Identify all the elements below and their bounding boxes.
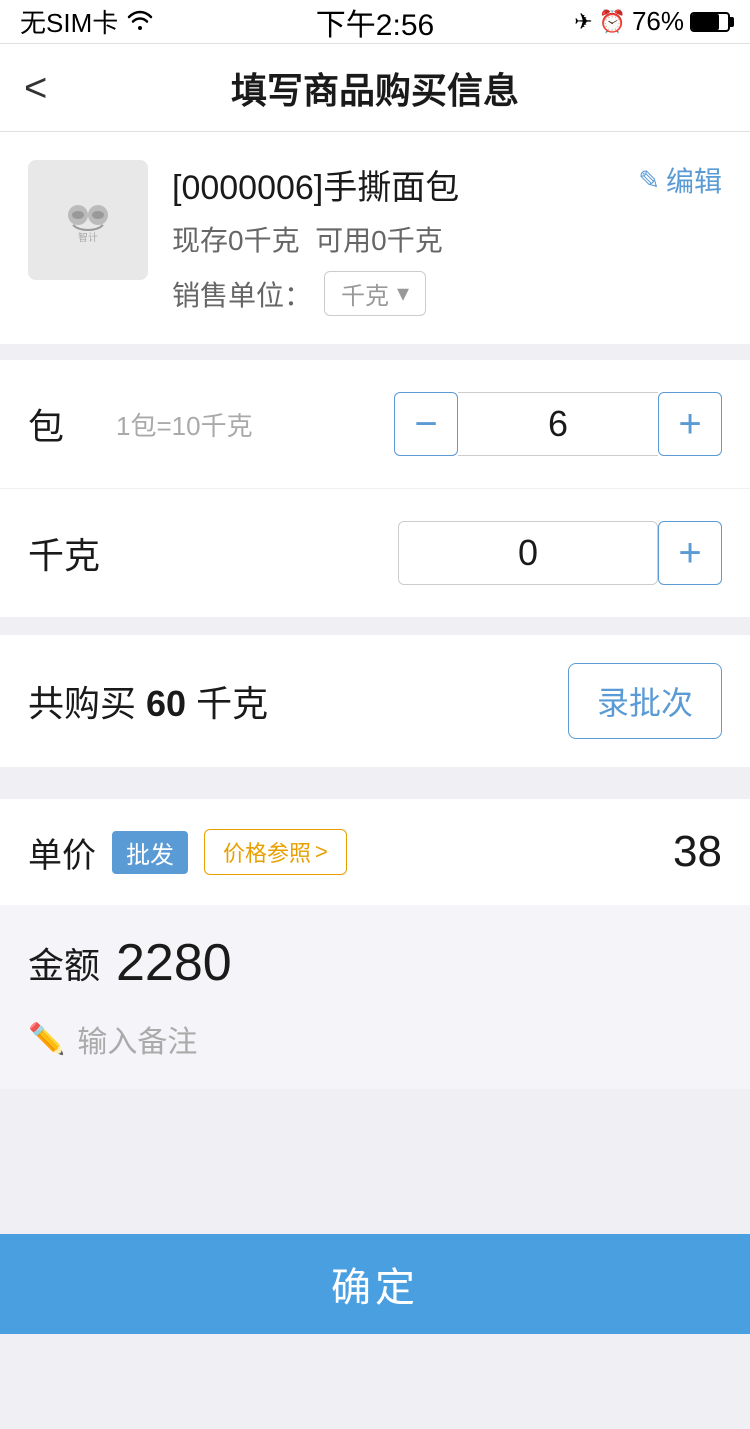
note-row[interactable]: ✏️ 输入备注: [28, 1017, 722, 1089]
price-ref-button[interactable]: 价格参照 >: [204, 829, 347, 875]
battery-percent: 76%: [632, 6, 684, 37]
battery-icon: [690, 12, 730, 32]
amount-value: 2280: [116, 933, 232, 993]
product-stock: 现存0千克 可用0千克: [172, 219, 722, 259]
unit-label: 销售单位：: [172, 274, 312, 314]
total-text: 共购买 60 千克: [28, 675, 268, 727]
location-icon: ✈: [574, 9, 592, 35]
product-card: 智计 [0000006]手撕面包 现存0千克 可用0千克 销售单位： 千克 ▾ …: [0, 132, 750, 344]
alarm-icon: ⏰: [599, 9, 626, 35]
kg-input[interactable]: [398, 521, 658, 585]
note-placeholder: 输入备注: [77, 1017, 197, 1061]
pkg-input[interactable]: [458, 392, 658, 456]
product-unit-row: 销售单位： 千克 ▾: [172, 271, 722, 316]
amount-row: 金额 2280: [28, 933, 722, 1017]
kg-control: +: [398, 521, 722, 585]
pencil-icon: ✏️: [28, 1022, 65, 1057]
pkg-hint: 1包=10千克: [116, 406, 394, 443]
price-label: 单价: [28, 828, 96, 877]
price-type-badge: 批发: [112, 831, 188, 874]
pkg-increase-button[interactable]: +: [658, 392, 722, 456]
amount-label: 金额: [28, 937, 100, 989]
quantity-pkg-row: 包 1包=10千克 − +: [0, 360, 750, 489]
quantity-pkg-section: 包 1包=10千克 − + 千克 +: [0, 360, 750, 617]
unit-selector[interactable]: 千克 ▾: [324, 271, 426, 316]
pkg-control: − +: [394, 392, 722, 456]
pkg-label: 包: [28, 398, 108, 450]
svg-text:智计: 智计: [78, 231, 98, 244]
divider-1: [0, 619, 750, 635]
product-image: 智计: [28, 160, 148, 280]
amount-section: 金额 2280 ✏️ 输入备注: [0, 905, 750, 1089]
batch-button[interactable]: 录批次: [568, 663, 722, 739]
carrier-text: 无SIM卡: [20, 3, 118, 40]
edit-icon: ✎: [638, 165, 660, 196]
pkg-decrease-button[interactable]: −: [394, 392, 458, 456]
dropdown-icon: ▾: [397, 279, 409, 308]
price-section: 单价 批发 价格参照 > 38: [0, 799, 750, 905]
divider-2: [0, 783, 750, 799]
status-right: ✈ ⏰ 76%: [574, 6, 730, 37]
kg-increase-button[interactable]: +: [658, 521, 722, 585]
kg-label: 千克: [28, 527, 398, 579]
page-title: 填写商品购买信息: [231, 62, 519, 114]
confirm-button[interactable]: 确定: [0, 1234, 750, 1334]
nav-bar: < 填写商品购买信息: [0, 44, 750, 132]
wifi-icon: [126, 6, 154, 37]
status-bar: 无SIM卡 下午2:56 ✈ ⏰ 76%: [0, 0, 750, 44]
total-section: 共购买 60 千克 录批次: [0, 635, 750, 767]
status-time: 下午2:56: [316, 0, 434, 44]
status-left: 无SIM卡: [20, 3, 154, 40]
price-value: 38: [673, 827, 722, 877]
chevron-right-icon: >: [315, 839, 328, 865]
edit-button[interactable]: ✎ 编辑: [638, 160, 722, 200]
back-button[interactable]: <: [24, 68, 47, 108]
quantity-kg-row: 千克 +: [0, 489, 750, 617]
